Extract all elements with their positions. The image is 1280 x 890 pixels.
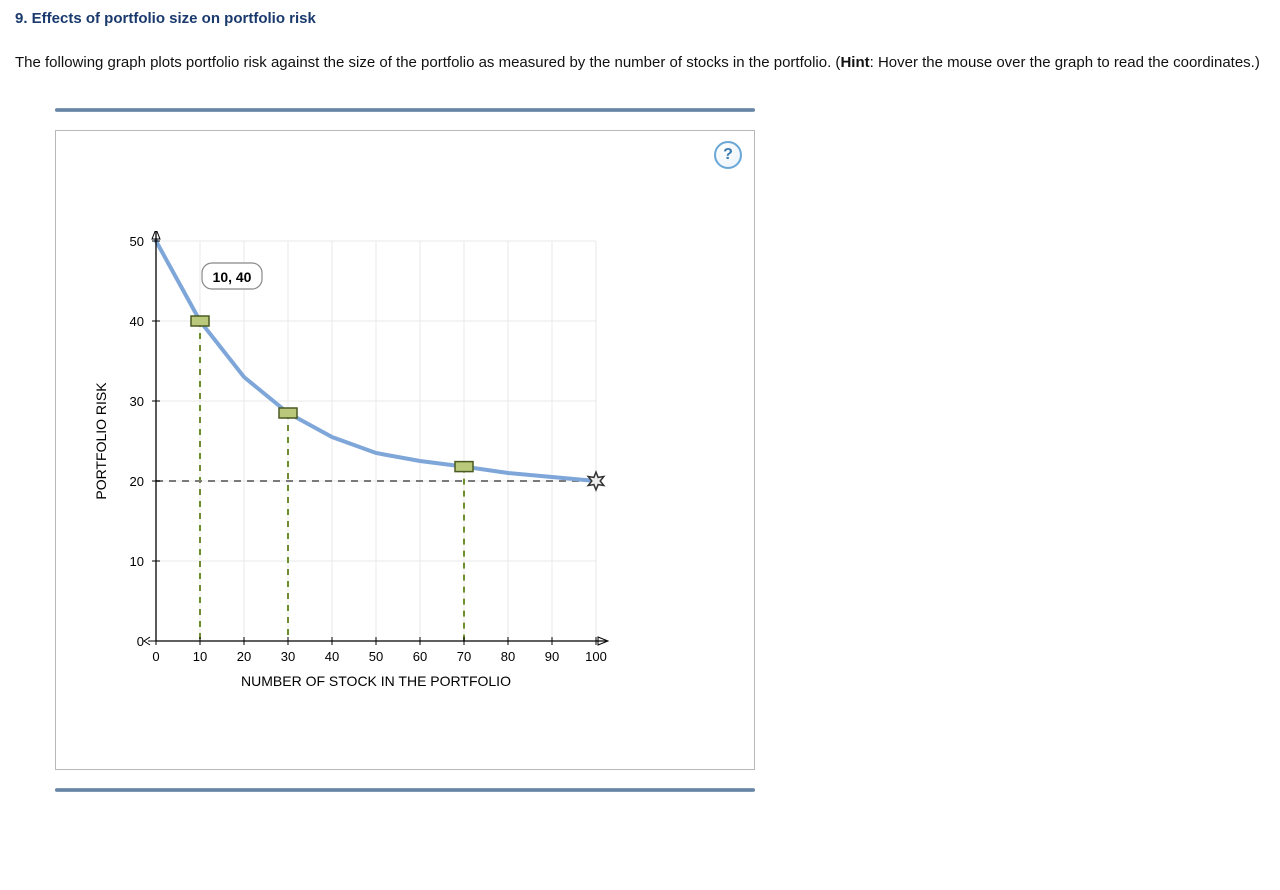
svg-text:10, 40: 10, 40 — [213, 269, 252, 285]
svg-text:100: 100 — [585, 649, 607, 664]
hint-label: Hint — [840, 54, 869, 71]
svg-text:40: 40 — [325, 649, 339, 664]
chart[interactable]: 0 10 20 30 40 50 60 70 80 90 100 0 10 20 30 40 50 NUMBER … — [86, 231, 646, 711]
svg-text:30: 30 — [130, 394, 144, 409]
svg-text:70: 70 — [457, 649, 471, 664]
svg-text:30: 30 — [281, 649, 295, 664]
divider-top — [55, 108, 755, 112]
svg-text:PORTFOLIO RISK: PORTFOLIO RISK — [93, 381, 109, 499]
svg-text:50: 50 — [130, 234, 144, 249]
svg-text:90: 90 — [545, 649, 559, 664]
svg-text:20: 20 — [130, 474, 144, 489]
desc-pre: The following graph plots portfolio risk… — [15, 54, 840, 71]
svg-text:50: 50 — [369, 649, 383, 664]
svg-text:40: 40 — [130, 314, 144, 329]
chart-panel: ? 0 10 20 30 40 50 60 70 80 90 100 0 10 20 30 40 50 NUMBE… — [55, 130, 755, 770]
desc-post: : Hover the mouse over the graph to read… — [870, 54, 1260, 71]
svg-text:60: 60 — [413, 649, 427, 664]
svg-text:0: 0 — [137, 634, 144, 649]
svg-text:0: 0 — [152, 649, 159, 664]
svg-text:80: 80 — [501, 649, 515, 664]
svg-text:10: 10 — [130, 554, 144, 569]
question-title: 9. Effects of portfolio size on portfoli… — [15, 10, 1265, 27]
help-icon[interactable]: ? — [714, 141, 742, 169]
svg-text:NUMBER OF STOCK IN THE PORTFOL: NUMBER OF STOCK IN THE PORTFOLIO — [241, 673, 511, 689]
svg-text:20: 20 — [237, 649, 251, 664]
svg-text:10: 10 — [193, 649, 207, 664]
question-description: The following graph plots portfolio risk… — [15, 49, 1265, 78]
divider-bottom — [55, 788, 755, 792]
